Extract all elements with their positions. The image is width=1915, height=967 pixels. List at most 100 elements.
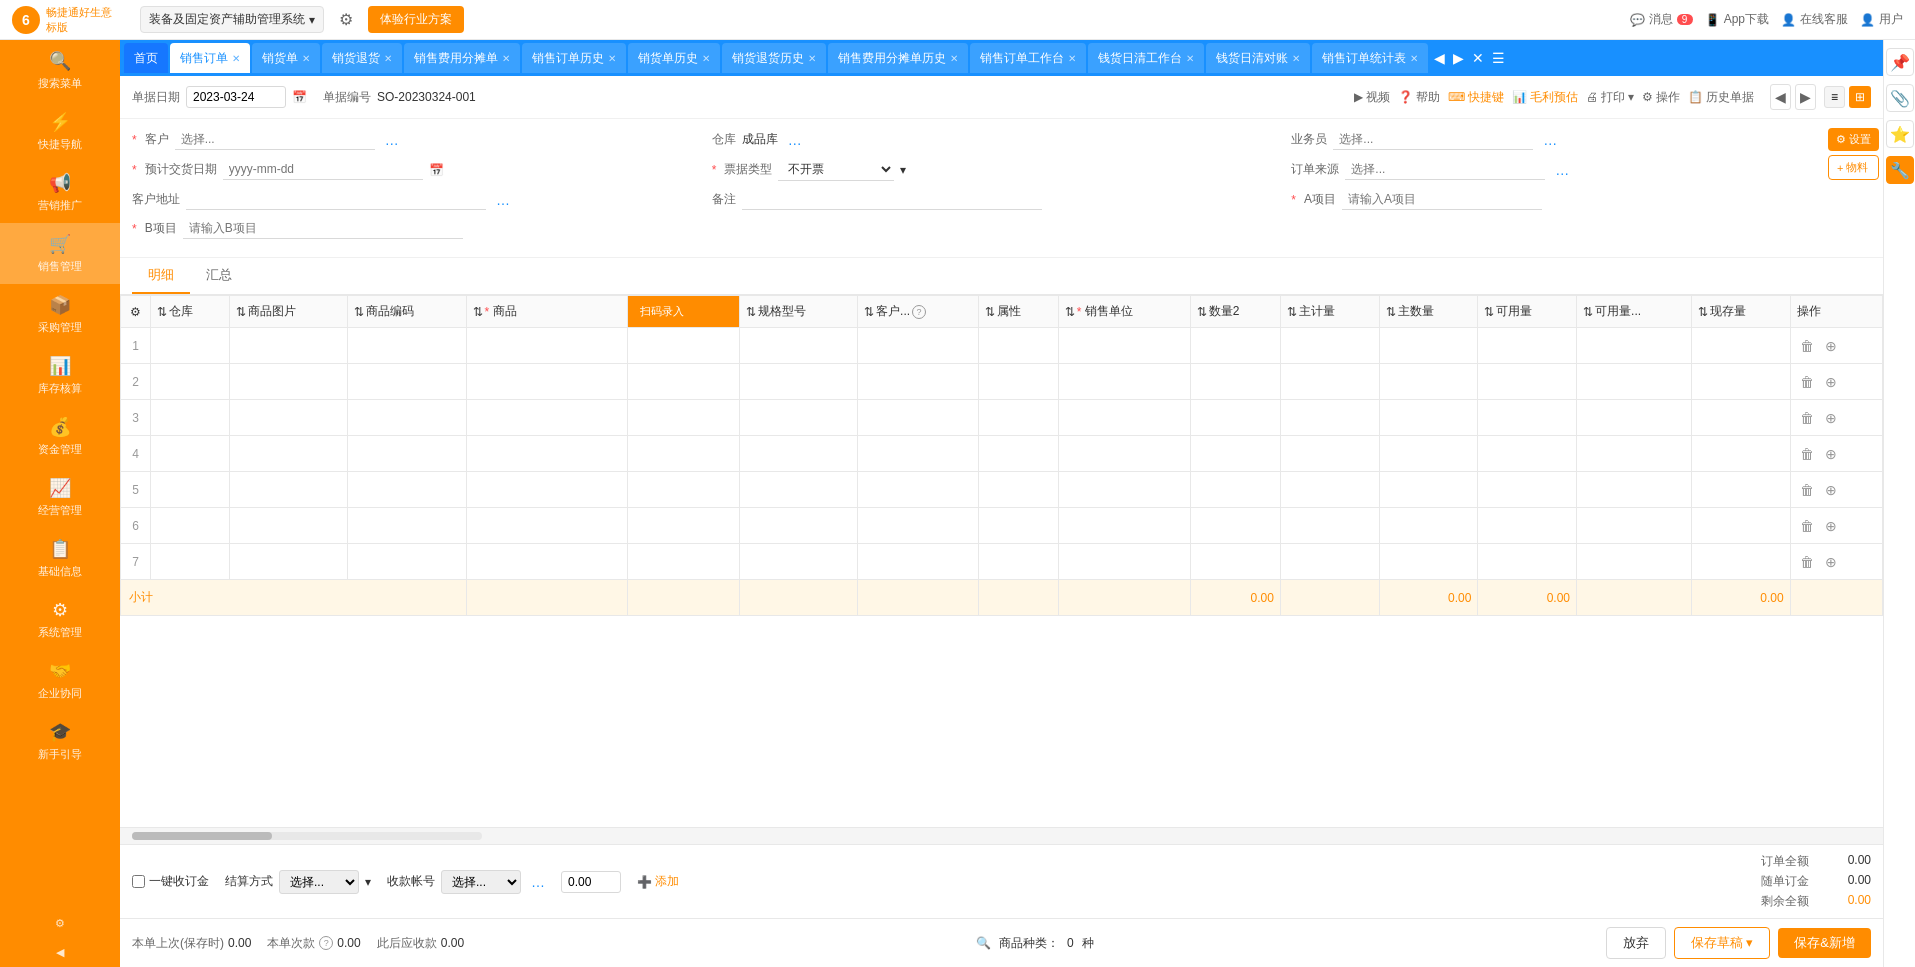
shortcut-action[interactable]: ⌨ 快捷键 (1448, 89, 1504, 106)
warehouse-dots-btn[interactable]: … (788, 132, 802, 148)
row-attr[interactable] (979, 436, 1058, 472)
row-unit[interactable] (1058, 472, 1190, 508)
tab-home[interactable]: 首页 (124, 43, 168, 73)
row-delete-icon[interactable]: 🗑 (1797, 516, 1817, 536)
app-download-item[interactable]: 📱 App下载 (1705, 11, 1769, 28)
right-panel-attachment-icon[interactable]: 📎 (1886, 84, 1914, 112)
row-customer-no[interactable] (858, 436, 979, 472)
row-copy-icon[interactable]: ⊕ (1821, 516, 1841, 536)
row-customer-no[interactable] (858, 472, 979, 508)
row-attr[interactable] (979, 544, 1058, 580)
sidebar-item-quick-nav[interactable]: ⚡ 快捷导航 (0, 101, 120, 162)
row-unit[interactable] (1058, 544, 1190, 580)
tab-invoice-history[interactable]: 销货单历史 ✕ (628, 43, 720, 73)
print-chevron[interactable]: ▾ (1628, 90, 1634, 104)
row-warehouse[interactable] (151, 328, 230, 364)
th-main-qty[interactable]: ⇅主数量 (1379, 296, 1478, 328)
sidebar-item-system[interactable]: ⚙ 系统管理 (0, 589, 120, 650)
account-select[interactable]: 选择... (441, 870, 521, 894)
amount-input[interactable] (561, 871, 621, 893)
tab-return-history[interactable]: 销货退货历史 ✕ (722, 43, 826, 73)
print-action[interactable]: 🖨 打印 ▾ (1586, 89, 1634, 106)
tab-close-icon[interactable]: ✕ (302, 53, 310, 64)
tab-expense-history[interactable]: 销售费用分摊单历史 ✕ (828, 43, 968, 73)
sidebar-item-inventory[interactable]: 📊 库存核算 (0, 345, 120, 406)
row-warehouse[interactable] (151, 472, 230, 508)
th-qty2[interactable]: ⇅数量2 (1190, 296, 1280, 328)
remark-input[interactable] (742, 189, 1042, 210)
delivery-calendar-icon[interactable]: 📅 (429, 163, 444, 177)
row-spec[interactable] (739, 544, 857, 580)
row-qty2[interactable] (1190, 328, 1280, 364)
tab-close-icon[interactable]: ✕ (232, 53, 240, 64)
list-view-btn[interactable]: ≡ (1824, 86, 1845, 108)
row-spec[interactable] (739, 436, 857, 472)
tab-next-btn[interactable]: ▶ (1449, 46, 1468, 70)
tab-close-icon[interactable]: ✕ (702, 53, 710, 64)
row-main-qty[interactable] (1379, 472, 1478, 508)
row-customer-no[interactable] (858, 508, 979, 544)
sidebar-collapse-btn[interactable]: ◀ (0, 938, 120, 967)
th-customer-no[interactable]: ⇅客户...? (858, 296, 979, 328)
user-item[interactable]: 👤 用户 (1860, 11, 1903, 28)
row-warehouse[interactable] (151, 544, 230, 580)
one-click-checkbox[interactable] (132, 875, 145, 888)
row-qty2[interactable] (1190, 364, 1280, 400)
tab-cash-workbench[interactable]: 钱货日清工作台 ✕ (1088, 43, 1204, 73)
sidebar-item-enterprise[interactable]: 🤝 企业协同 (0, 650, 120, 711)
row-delete-icon[interactable]: 🗑 (1797, 480, 1817, 500)
view-action[interactable]: ▶ 视频 (1354, 89, 1390, 106)
row-code[interactable] (348, 544, 466, 580)
operation-action[interactable]: ⚙ 操作 (1642, 89, 1680, 106)
row-delete-icon[interactable]: 🗑 (1797, 444, 1817, 464)
row-code[interactable] (348, 436, 466, 472)
tab-close-icon[interactable]: ✕ (1186, 53, 1194, 64)
th-spec[interactable]: ⇅规格型号 (739, 296, 857, 328)
tab-close-icon[interactable]: ✕ (384, 53, 392, 64)
th-code[interactable]: ⇅商品编码 (348, 296, 466, 328)
row-attr[interactable] (979, 472, 1058, 508)
row-code[interactable] (348, 508, 466, 544)
row-unit[interactable] (1058, 436, 1190, 472)
row-main-qty[interactable] (1379, 508, 1478, 544)
row-main-qty[interactable] (1379, 400, 1478, 436)
sidebar-item-operation[interactable]: 📈 经营管理 (0, 467, 120, 528)
tab-close-icon[interactable]: ✕ (502, 53, 510, 64)
addr-input[interactable] (186, 189, 486, 210)
row-spec[interactable] (739, 400, 857, 436)
row-main-qty[interactable] (1379, 544, 1478, 580)
sidebar-item-search[interactable]: 🔍 搜索菜单 (0, 40, 120, 101)
row-warehouse[interactable] (151, 400, 230, 436)
debit-info-icon[interactable]: ? (319, 936, 333, 950)
system-selector[interactable]: 装备及固定资产辅助管理系统 ▾ (140, 6, 324, 33)
row-product[interactable] (466, 436, 628, 472)
row-unit[interactable] (1058, 400, 1190, 436)
staff-input[interactable] (1333, 129, 1533, 150)
row-spec[interactable] (739, 328, 857, 364)
sidebar-settings-btn[interactable]: ⚙ (0, 909, 120, 938)
sidebar-item-finance[interactable]: 💰 资金管理 (0, 406, 120, 467)
row-copy-icon[interactable]: ⊕ (1821, 480, 1841, 500)
row-delete-icon[interactable]: 🗑 (1797, 336, 1817, 356)
row-copy-icon[interactable]: ⊕ (1821, 552, 1841, 572)
addr-dots-btn[interactable]: … (496, 192, 510, 208)
tab-prev-btn[interactable]: ◀ (1430, 46, 1449, 70)
th-unit[interactable]: ⇅*销售单位 (1058, 296, 1190, 328)
discard-button[interactable]: 放弃 (1606, 927, 1666, 959)
sidebar-item-sales[interactable]: 🛒 销售管理 (0, 223, 120, 284)
tab-close-icon[interactable]: ✕ (808, 53, 816, 64)
row-delete-icon[interactable]: 🗑 (1797, 408, 1817, 428)
th-product[interactable]: ⇅*商品 (466, 296, 628, 328)
row-attr[interactable] (979, 400, 1058, 436)
tab-sales-report[interactable]: 销售订单统计表 ✕ (1312, 43, 1428, 73)
row-unit[interactable] (1058, 364, 1190, 400)
tab-close-icon[interactable]: ✕ (950, 53, 958, 64)
row-customer-no[interactable] (858, 364, 979, 400)
tab-close-icon[interactable]: ✕ (608, 53, 616, 64)
save-draft-chevron[interactable]: ▾ (1746, 935, 1753, 950)
row-qty2[interactable] (1190, 472, 1280, 508)
row-spec[interactable] (739, 508, 857, 544)
scrollbar-track[interactable] (132, 832, 482, 840)
account-dots-btn[interactable]: … (531, 874, 545, 890)
tab-sales-expense[interactable]: 销售费用分摊单 ✕ (404, 43, 520, 73)
